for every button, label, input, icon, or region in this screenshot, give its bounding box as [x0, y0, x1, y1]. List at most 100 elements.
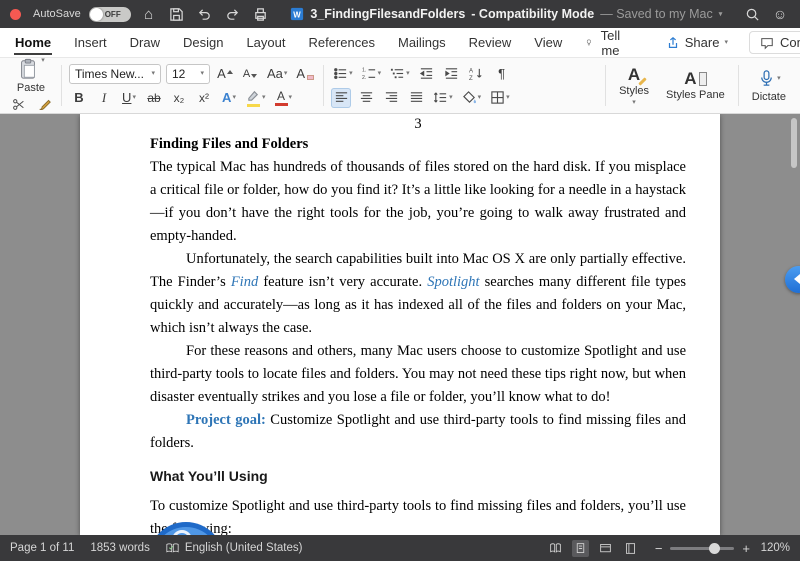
chevron-down-icon: ▾ — [478, 94, 482, 101]
styles-button[interactable]: A Styles ▾ — [613, 66, 655, 106]
window-title: W 3_FindingFilesandFolders - Compatibili… — [279, 7, 734, 21]
print-layout-view-icon[interactable] — [572, 540, 589, 557]
decrease-indent-button[interactable] — [417, 64, 437, 84]
feedback-smiley-icon[interactable]: ☺ — [770, 4, 790, 24]
chevron-down-icon: ▾ — [632, 99, 636, 106]
shrink-font-button[interactable]: A — [240, 64, 260, 84]
strikethrough-button[interactable]: ab — [144, 88, 164, 108]
chevron-down-icon: ▾ — [349, 70, 353, 77]
read-mode-view-icon[interactable] — [547, 540, 564, 557]
clear-formatting-button[interactable]: A — [294, 64, 316, 84]
line-spacing-icon — [433, 90, 448, 105]
project-goal-label: Project goal: — [186, 412, 266, 428]
borders-icon — [490, 90, 505, 105]
tab-review[interactable]: Review — [468, 30, 513, 55]
tab-layout[interactable]: Layout — [245, 30, 286, 55]
save-icon[interactable] — [167, 4, 187, 24]
paragraph: Unfortunately, the search capabilities b… — [150, 248, 686, 340]
align-center-button[interactable] — [356, 88, 376, 108]
draft-view-icon[interactable] — [622, 540, 639, 557]
word-doc-icon: W — [290, 7, 304, 21]
vertical-scrollbar-thumb[interactable] — [791, 118, 797, 168]
document-page[interactable]: 3 Finding Files and Folders The typical … — [80, 114, 720, 535]
chevron-down-icon[interactable]: ▾ — [719, 11, 723, 18]
language-selector[interactable]: English (United States) — [166, 542, 303, 555]
increase-indent-button[interactable] — [442, 64, 462, 84]
presence-badge[interactable] — [785, 266, 800, 293]
shading-button[interactable]: ▾ — [460, 88, 484, 108]
align-left-button[interactable] — [331, 88, 351, 108]
borders-button[interactable]: ▾ — [488, 88, 512, 108]
tab-tell-me[interactable]: Tell me — [584, 23, 624, 63]
clear-formatting-icon: A — [296, 66, 305, 81]
search-icon[interactable] — [742, 4, 762, 24]
dictate-group: ▾ Dictate — [746, 69, 792, 103]
subscript-button[interactable]: x₂ — [169, 88, 189, 108]
chevron-down-icon: ▾ — [262, 94, 266, 101]
zoom-level[interactable]: 120% — [758, 542, 790, 554]
superscript-button[interactable]: x² — [194, 88, 214, 108]
format-painter-button[interactable] — [34, 95, 54, 115]
dictate-button[interactable]: ▾ Dictate — [746, 69, 792, 103]
zoom-slider-knob[interactable] — [709, 543, 720, 554]
tab-view[interactable]: View — [533, 30, 563, 55]
tab-insert[interactable]: Insert — [73, 30, 108, 55]
chevron-down-icon: ▾ — [41, 57, 45, 64]
paint-bucket-icon — [462, 90, 477, 105]
sort-button[interactable]: AZ — [467, 64, 487, 84]
cut-button[interactable] — [8, 95, 28, 115]
font-name-combo[interactable]: Times New... ▾ — [69, 64, 161, 84]
chevron-left-icon — [789, 274, 800, 284]
svg-text:W: W — [294, 11, 302, 20]
numbering-button[interactable]: 1.2. ▾ — [360, 64, 384, 84]
sort-az-icon: AZ — [469, 66, 484, 81]
close-window-button[interactable] — [10, 9, 21, 20]
tab-draw[interactable]: Draw — [129, 30, 161, 55]
comments-button[interactable]: Comments — [749, 31, 800, 54]
chevron-down-icon: ▾ — [232, 94, 236, 101]
zoom-in-button[interactable]: + — [742, 542, 750, 555]
multilevel-list-button[interactable]: ▾ — [388, 64, 412, 84]
paste-button[interactable]: ▾ — [17, 57, 45, 81]
change-case-button[interactable]: Aa ▾ — [265, 64, 289, 84]
text-effects-button[interactable]: A ▾ — [219, 88, 239, 108]
print-icon[interactable] — [251, 4, 271, 24]
align-right-button[interactable] — [381, 88, 401, 108]
bullets-button[interactable]: ▾ — [331, 64, 355, 84]
home-icon[interactable]: ⌂ — [139, 4, 159, 24]
clipboard-small-buttons — [8, 95, 54, 115]
font-group: Times New... ▾ 12 ▾ A A Aa ▾ A — [69, 64, 316, 108]
autosave-toggle[interactable]: OFF — [89, 7, 131, 22]
line-spacing-button[interactable]: ▾ — [431, 88, 455, 108]
italic-button[interactable]: I — [94, 88, 114, 108]
zoom-out-button[interactable]: − — [655, 542, 663, 555]
paragraph: To customize Spotlight and use third-par… — [150, 495, 686, 535]
page-info[interactable]: Page 1 of 11 — [10, 542, 74, 554]
underline-button[interactable]: U ▾ — [119, 88, 139, 108]
tab-home[interactable]: Home — [14, 30, 52, 55]
share-button[interactable]: Share ▾ — [666, 35, 728, 50]
font-color-button[interactable]: A ▾ — [273, 88, 295, 108]
tab-design[interactable]: Design — [182, 30, 224, 55]
align-right-icon — [384, 90, 399, 105]
doc-subheading: What You’ll Using — [150, 466, 686, 486]
justify-button[interactable] — [406, 88, 426, 108]
tab-mailings[interactable]: Mailings — [397, 30, 447, 55]
numbering-icon: 1.2. — [362, 66, 377, 81]
redo-icon[interactable] — [223, 4, 243, 24]
styles-pane-button[interactable]: A Styles Pane — [660, 70, 731, 101]
font-size-combo[interactable]: 12 ▾ — [166, 64, 210, 84]
web-layout-view-icon[interactable] — [597, 540, 614, 557]
document-content[interactable]: 3 Finding Files and Folders The typical … — [80, 114, 720, 535]
styles-group: A Styles ▾ A Styles Pane — [613, 66, 731, 106]
shrink-font-icon: A — [243, 68, 250, 80]
undo-icon[interactable] — [195, 4, 215, 24]
zoom-slider[interactable] — [670, 547, 734, 550]
align-left-icon — [334, 90, 349, 105]
grow-font-button[interactable]: A — [215, 64, 235, 84]
show-paragraph-marks-button[interactable]: ¶ — [492, 64, 512, 84]
tab-references[interactable]: References — [308, 30, 376, 55]
word-count[interactable]: 1853 words — [90, 542, 149, 554]
bold-button[interactable]: B — [69, 88, 89, 108]
highlight-button[interactable]: ▾ — [244, 88, 268, 108]
